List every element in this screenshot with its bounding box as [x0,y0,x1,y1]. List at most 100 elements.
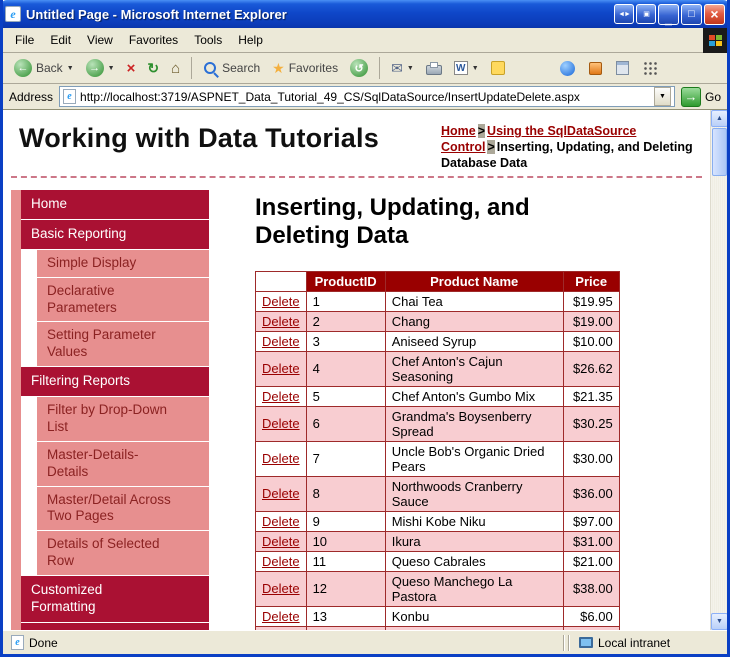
menu-item-tools[interactable]: Tools [186,30,230,50]
product-price-cell: $21.00 [562,550,620,572]
status-message: e Done [7,634,559,651]
home-button[interactable]: ⌂ [166,58,185,79]
tool-icon[interactable] [615,61,629,75]
forward-button[interactable]: → ▼ [81,57,120,79]
menu-item-help[interactable]: Help [230,30,271,50]
history-button[interactable]: ↺ [345,57,373,79]
title-window-button[interactable]: ▣ [636,4,656,24]
sidebar-item[interactable]: Customized Formatting [21,576,209,623]
stop-icon: × [126,59,136,77]
product-id-cell: 12 [305,570,386,607]
security-zone: Local intranet [573,635,723,651]
print-button[interactable] [421,60,447,77]
edit-dropdown-icon[interactable]: ▼ [472,65,479,72]
scrollbar-thumb[interactable] [712,128,727,176]
delete-link[interactable]: Delete [262,294,300,309]
sidebar-item[interactable]: Simple Display [37,249,209,278]
delete-link[interactable]: Delete [262,334,300,349]
search-button[interactable]: Search [198,59,265,78]
product-price-cell: $19.00 [562,310,620,332]
breadcrumb-separator: > [487,140,495,154]
product-row: Delete 8 Northwoods Cranberry Sauce $36.00 [255,475,620,512]
sidebar-item[interactable]: Home [21,190,209,220]
forward-dropdown-icon[interactable]: ▼ [108,65,115,72]
sidebar-rail [11,190,21,630]
product-price-cell: $23.25 [562,625,620,630]
favorites-button[interactable]: ★ Favorites [267,58,343,79]
delete-link[interactable]: Delete [262,554,300,569]
sidebar-item[interactable]: Details of Selected Row [37,531,209,576]
back-dropdown-icon[interactable]: ▼ [67,65,74,72]
menu-item-edit[interactable]: Edit [42,30,79,50]
sidebar-nav: Home Basic Reporting Simple Display Declara… [21,190,209,630]
discuss-button[interactable] [486,59,510,77]
sidebar-item[interactable]: Format Colors [21,622,209,630]
product-name-cell: Chef Anton's Gumbo Mix [384,385,564,407]
sidebar-item[interactable]: Setting Parameter Values [37,322,209,368]
delete-link[interactable]: Delete [262,451,300,466]
scroll-up-button[interactable]: ▲ [711,110,727,127]
delete-link[interactable]: Delete [262,389,300,404]
delete-cell: Delete [255,605,307,627]
delete-link[interactable]: Delete [262,361,300,376]
menu-item-favorites[interactable]: Favorites [121,30,186,50]
sidebar-item[interactable]: Master/Detail Across Two Pages [37,486,209,532]
product-name-cell: Chang [384,310,564,332]
sidebar-item[interactable]: Master-Details- Details [37,441,209,487]
sidebar-item[interactable]: Filter by Drop-Down List [37,397,209,442]
back-icon: ← [14,59,32,77]
product-row: Delete 2 Chang $19.00 [255,310,620,332]
go-button[interactable]: → Go [680,86,721,107]
edit-button[interactable]: W ▼ [449,59,484,77]
close-button[interactable]: × [704,3,725,25]
minimize-button[interactable]: ▁ [658,3,679,25]
status-divider [563,634,564,651]
delete-link[interactable]: Delete [262,609,300,624]
menu-item-view[interactable]: View [79,30,121,50]
stop-button[interactable]: × [122,58,141,79]
column-header-productid: ProductID [305,270,386,292]
sidebar-item[interactable]: Basic Reporting [21,219,209,250]
messenger-icon[interactable] [559,60,575,76]
delete-cell: Delete [255,510,307,532]
product-id-cell: 5 [305,385,386,407]
vertical-scrollbar[interactable]: ▲ ▼ [710,110,727,630]
product-id-cell: 1 [305,290,386,312]
scroll-down-button[interactable]: ▼ [711,613,727,630]
mail-button[interactable]: ✉ ▼ [386,58,419,79]
delete-link[interactable]: Delete [262,416,300,431]
address-input[interactable]: e http://localhost:3719/ASPNET_Data_Tuto… [59,86,675,107]
breadcrumb-home-link[interactable]: Home [441,124,476,138]
column-header-product-name: Product Name [384,270,564,292]
refresh-button[interactable]: ↻ [142,58,164,79]
product-id-cell: 6 [305,405,386,442]
product-row: Delete 11 Queso Cabrales $21.00 [255,550,620,572]
go-arrow-icon: → [680,86,701,107]
mail-dropdown-icon[interactable]: ▼ [407,65,414,72]
site-title: Working with Data Tutorials [19,123,379,153]
back-button[interactable]: ← Back ▼ [9,57,79,79]
delete-link[interactable]: Delete [262,534,300,549]
title-nav-button[interactable]: ◄► [614,4,634,24]
sidebar-item[interactable]: Filtering Reports [21,367,209,397]
delete-cell: Delete [255,290,307,312]
search-label: Search [222,61,261,75]
research-icon[interactable] [588,61,602,75]
menu-item-file[interactable]: File [7,30,42,50]
grid-icon[interactable] [642,61,657,75]
maximize-button[interactable]: □ [681,3,702,25]
delete-link[interactable]: Delete [262,514,300,529]
status-page-icon: e [11,635,24,650]
product-price-cell: $21.35 [562,385,620,407]
delete-link[interactable]: Delete [262,314,300,329]
breadcrumb: Home > Using the SqlDataSource Control > Ins… [441,123,695,171]
print-icon [425,61,442,75]
address-dropdown-button[interactable]: ▼ [653,87,671,106]
delete-link[interactable]: Delete [262,581,300,596]
delete-link[interactable]: Delete [262,629,300,630]
forward-icon: → [85,59,104,77]
sidebar-item[interactable]: Declarative Parameters [37,277,209,323]
delete-link[interactable]: Delete [262,486,300,501]
status-divider [568,634,569,651]
delete-cell: Delete [255,530,307,552]
